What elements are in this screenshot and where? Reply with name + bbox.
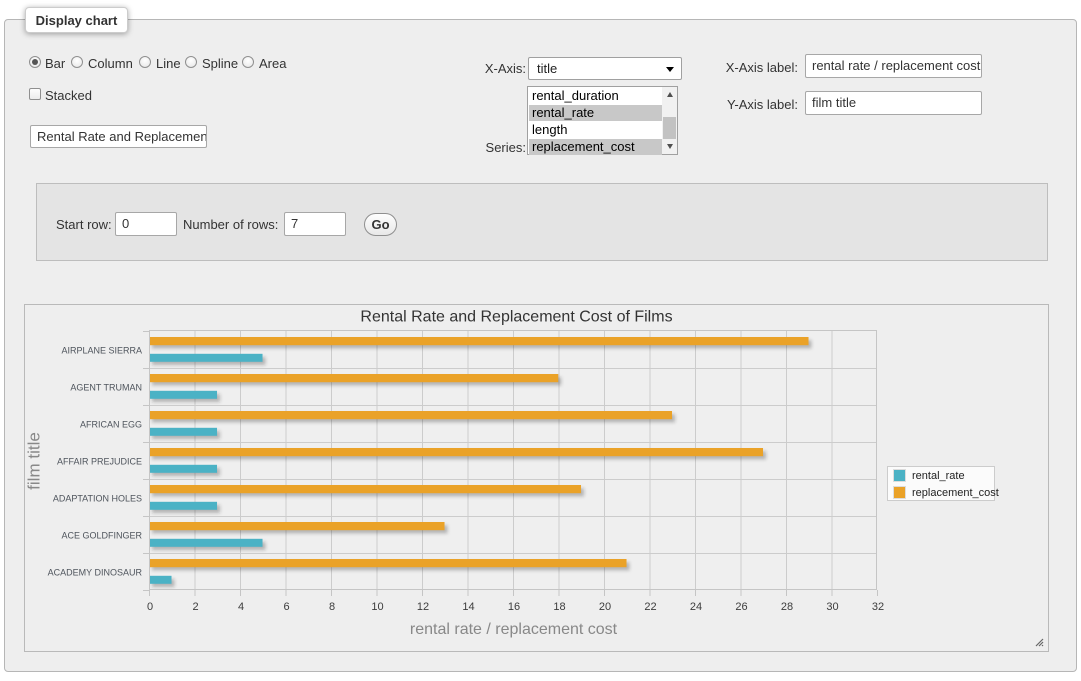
svg-text:30: 30 xyxy=(826,601,838,613)
svg-text:rental_rate: rental_rate xyxy=(912,470,965,482)
svg-text:14: 14 xyxy=(462,601,474,613)
svg-text:AFRICAN EGG: AFRICAN EGG xyxy=(80,419,142,429)
svg-text:24: 24 xyxy=(690,601,702,613)
svg-text:0: 0 xyxy=(147,601,153,613)
svg-text:replacement_cost: replacement_cost xyxy=(912,487,999,499)
svg-text:18: 18 xyxy=(553,601,565,613)
svg-text:2: 2 xyxy=(192,601,198,613)
svg-text:AGENT TRUMAN: AGENT TRUMAN xyxy=(70,382,142,392)
svg-text:ACE GOLDFINGER: ACE GOLDFINGER xyxy=(61,530,142,540)
svg-text:12: 12 xyxy=(417,601,429,613)
svg-text:4: 4 xyxy=(238,601,244,613)
svg-text:22: 22 xyxy=(644,601,656,613)
svg-text:6: 6 xyxy=(283,601,289,613)
svg-text:10: 10 xyxy=(371,601,383,613)
svg-text:26: 26 xyxy=(735,601,747,613)
svg-text:20: 20 xyxy=(599,601,611,613)
svg-text:film title: film title xyxy=(25,432,44,490)
svg-text:28: 28 xyxy=(781,601,793,613)
svg-text:AFFAIR PREJUDICE: AFFAIR PREJUDICE xyxy=(57,456,142,466)
svg-text:8: 8 xyxy=(329,601,335,613)
svg-text:16: 16 xyxy=(508,601,520,613)
svg-text:Rental Rate and Replacement Co: Rental Rate and Replacement Cost of Film… xyxy=(360,309,672,326)
svg-text:AIRPLANE SIERRA: AIRPLANE SIERRA xyxy=(61,345,142,355)
svg-text:ADAPTATION HOLES: ADAPTATION HOLES xyxy=(53,493,142,503)
svg-text:rental rate / replacement cost: rental rate / replacement cost xyxy=(410,621,618,638)
svg-text:32: 32 xyxy=(872,601,884,613)
svg-text:ACADEMY DINOSAUR: ACADEMY DINOSAUR xyxy=(48,567,143,577)
